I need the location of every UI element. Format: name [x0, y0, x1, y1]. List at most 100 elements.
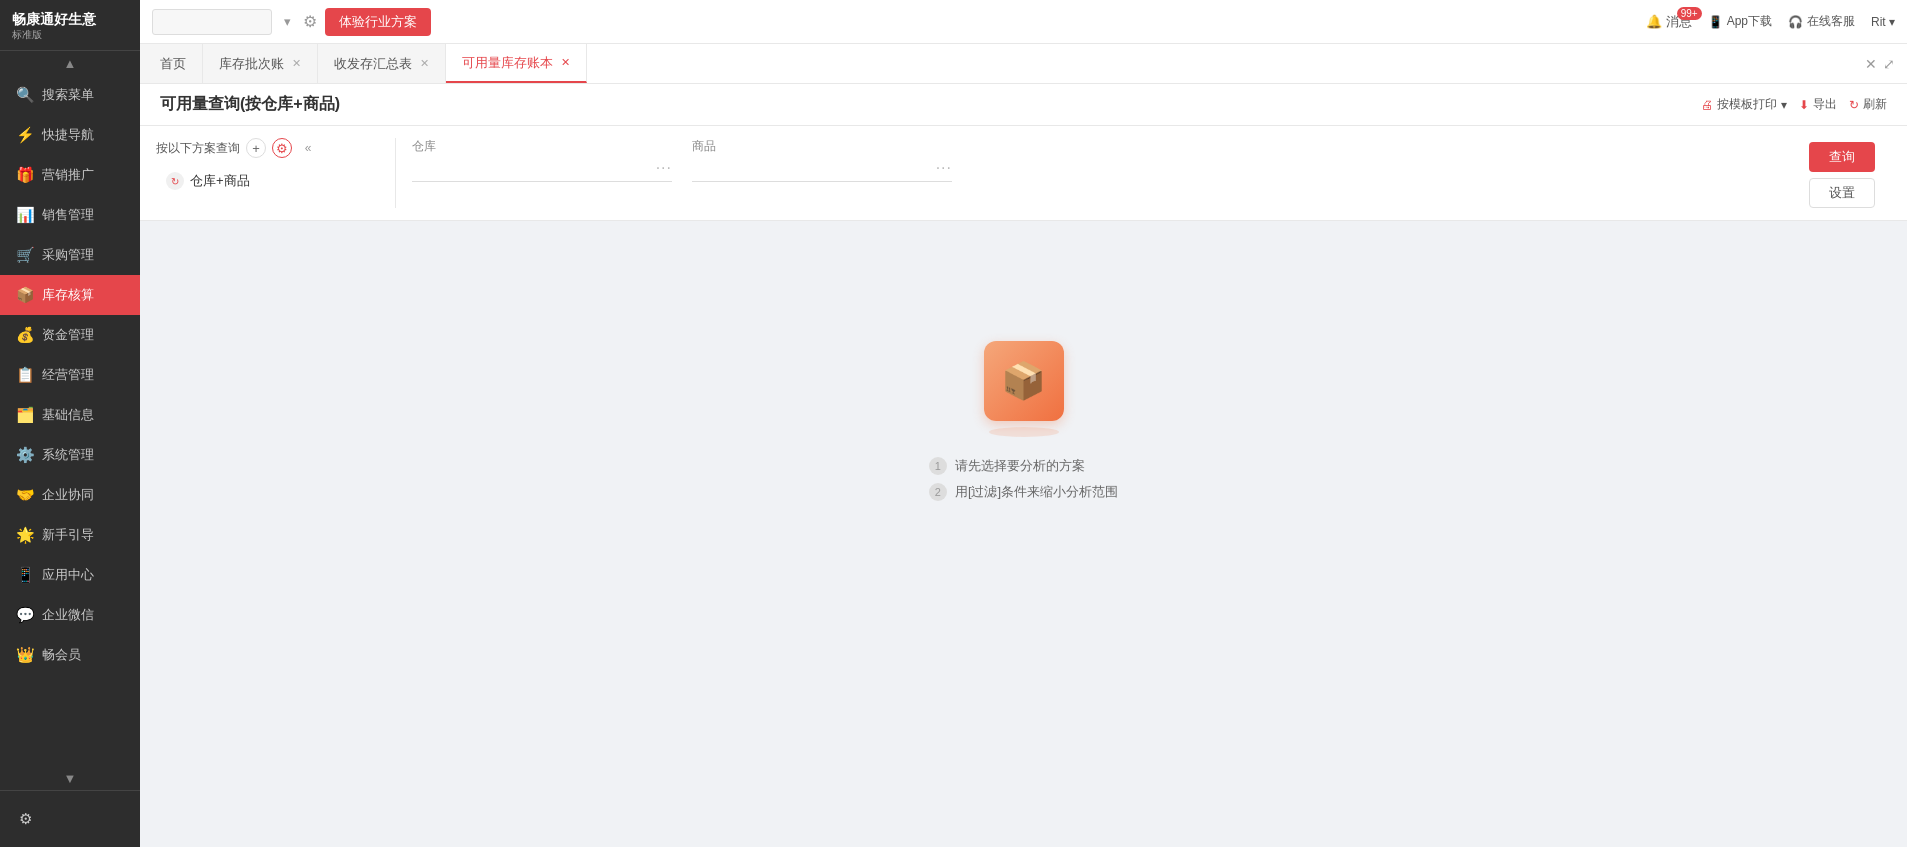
notification-btn[interactable]: 🔔 消息 99+ [1646, 13, 1692, 31]
inventory-icon: 📦 [16, 286, 34, 304]
print-chevron-icon: ▾ [1781, 98, 1787, 112]
tabs-bar: 首页库存批次账 ✕ 收发存汇总表 ✕ 可用量库存账本 ✕ ✕ ⤢ [140, 44, 1907, 84]
warehouse-label: 仓库 [412, 138, 672, 155]
refresh-icon: ↻ [1849, 98, 1859, 112]
sidebar-label-purchase: 采购管理 [42, 246, 94, 264]
sidebar-scroll-down[interactable]: ▼ [0, 766, 140, 790]
sidebar-item-purchase[interactable]: 🛒 采购管理 [0, 235, 140, 275]
tab-batch_account[interactable]: 库存批次账 ✕ [203, 44, 318, 83]
product-input-wrap: ··· [692, 159, 952, 182]
sidebar-bottom: ⚙ [0, 790, 140, 847]
tab-label-batch_account: 库存批次账 [219, 55, 284, 73]
sidebar: 畅康通好生意 标准版 ▲ 🔍搜索菜单 ⚡ 快捷导航 🎁营销推广 📊 销售管理 🛒 采购管理 📦 库… [0, 0, 140, 847]
sidebar-item-marketing_promo[interactable]: 🎁营销推广 [0, 155, 140, 195]
warehouse-input[interactable] [412, 161, 652, 176]
sidebar-item-shortcut[interactable]: ⚡ 快捷导航 [0, 115, 140, 155]
tab-home[interactable]: 首页 [140, 44, 203, 83]
sidebar-label-enterprise: 企业协同 [42, 486, 94, 504]
filter-scheme-panel: 按以下方案查询 + ⚙ « ↻ 仓库+商品 [156, 138, 396, 208]
settings-scheme-btn[interactable]: ⚙ [272, 138, 292, 158]
tab-label-available_stock: 可用量库存账本 [462, 54, 553, 72]
sidebar-item-app_center[interactable]: 📱应用中心 [0, 555, 140, 595]
topbar-search-input[interactable] [152, 9, 272, 35]
search-icon: 🔍 [16, 86, 34, 104]
topbar-chevron-icon[interactable]: ▾ [280, 14, 295, 29]
trial-btn[interactable]: 体验行业方案 [325, 8, 431, 36]
export-icon: ⬇ [1799, 98, 1809, 112]
scheme-item-warehouse-product[interactable]: ↻ 仓库+商品 [156, 166, 383, 196]
sidebar-item-system[interactable]: ⚙️ 系统管理 [0, 435, 140, 475]
tab-close-receive_summary[interactable]: ✕ [420, 57, 429, 70]
sidebar-item-finance[interactable]: 💰资金管理 [0, 315, 140, 355]
gear-bottom-icon: ⚙ [16, 810, 34, 828]
tab-close-batch_account[interactable]: ✕ [292, 57, 301, 70]
empty-tip-1: 1 请先选择要分析的方案 [929, 457, 1118, 475]
sidebar-item-enterprise[interactable]: 🤝 企业协同 [0, 475, 140, 515]
page-title: 可用量查询(按仓库+商品) [160, 94, 340, 115]
headset-icon: 🎧 [1788, 15, 1803, 29]
tip-text-1: 请先选择要分析的方案 [955, 457, 1085, 475]
tip-text-2: 用[过滤]条件来缩小分析范围 [955, 483, 1118, 501]
tab-receive_summary[interactable]: 收发存汇总表 ✕ [318, 44, 446, 83]
basic-icon: 🗂️ [16, 406, 34, 424]
sidebar-label-sales: 销售管理 [42, 206, 94, 224]
empty-state: 📦 1 请先选择要分析的方案 2 用[过滤]条件来缩小分析范围 [140, 221, 1907, 621]
query-button[interactable]: 查询 [1809, 142, 1875, 172]
sidebar-item-wechat[interactable]: 💬企业微信 [0, 595, 140, 635]
collapse-scheme-btn[interactable]: « [298, 138, 318, 158]
sidebar-item-operation[interactable]: 📋经营管理 [0, 355, 140, 395]
topbar: ▾ ⚙ 体验行业方案 🔔 消息 99+ 📱 App下载 🎧 在线客服 Rit ▾ [140, 0, 1907, 44]
sidebar-label-shortcut: 快捷导航 [42, 126, 94, 144]
sidebar-label-finance: 资金管理 [42, 326, 94, 344]
filter-fields: 仓库 ··· 商品 ··· 查询 设置 [396, 138, 1891, 208]
sidebar-item-newbie[interactable]: 🌟新手引导 [0, 515, 140, 555]
sidebar-label-member: 畅会员 [42, 646, 81, 664]
product-filter-field: 商品 ··· [692, 138, 952, 182]
product-more-icon[interactable]: ··· [936, 159, 952, 177]
app-download-btn[interactable]: 📱 App下载 [1708, 13, 1772, 30]
tab-close-available_stock[interactable]: ✕ [561, 56, 570, 69]
export-btn[interactable]: ⬇ 导出 [1799, 96, 1837, 113]
empty-tips: 1 请先选择要分析的方案 2 用[过滤]条件来缩小分析范围 [929, 457, 1118, 501]
notification-badge: 99+ [1677, 7, 1702, 20]
wechat-icon: 💬 [16, 606, 34, 624]
product-input[interactable] [692, 161, 932, 176]
sidebar-label-basic: 基础信息 [42, 406, 94, 424]
sidebar-label-marketing_promo: 营销推广 [42, 166, 94, 184]
online-service-btn[interactable]: 🎧 在线客服 [1788, 13, 1855, 30]
logo-title: 畅康通好生意 [12, 10, 128, 28]
system-icon: ⚙️ [16, 446, 34, 464]
tab-available_stock[interactable]: 可用量库存账本 ✕ [446, 44, 587, 83]
sidebar-label-inventory: 库存核算 [42, 286, 94, 304]
sales-icon: 📊 [16, 206, 34, 224]
sidebar-label-system: 系统管理 [42, 446, 94, 464]
export-label: 导出 [1813, 96, 1837, 113]
enterprise-icon: 🤝 [16, 486, 34, 504]
sidebar-item-member[interactable]: 👑畅会员 [0, 635, 140, 675]
newbie-icon: 🌟 [16, 526, 34, 544]
sidebar-item-basic[interactable]: 🗂️ 基础信息 [0, 395, 140, 435]
topbar-right: 🔔 消息 99+ 📱 App下载 🎧 在线客服 Rit ▾ [1646, 13, 1895, 31]
refresh-btn[interactable]: ↻ 刷新 [1849, 96, 1887, 113]
sidebar-item-inventory[interactable]: 📦 库存核算 [0, 275, 140, 315]
print-btn[interactable]: 🖨 按模板打印 ▾ [1701, 96, 1787, 113]
shortcut-icon: ⚡ [16, 126, 34, 144]
mobile-icon: 📱 [1708, 15, 1723, 29]
print-icon: 🖨 [1701, 98, 1713, 112]
sidebar-scroll-up[interactable]: ▲ [0, 51, 140, 75]
topbar-gear-icon[interactable]: ⚙ [303, 12, 317, 31]
add-scheme-btn[interactable]: + [246, 138, 266, 158]
purchase-icon: 🛒 [16, 246, 34, 264]
settings-button[interactable]: 设置 [1809, 178, 1875, 208]
tab-expand-icon[interactable]: ⤢ [1883, 56, 1895, 72]
warehouse-more-icon[interactable]: ··· [656, 159, 672, 177]
sidebar-item-settings-bottom[interactable]: ⚙ [0, 799, 140, 839]
page-title-bar: 可用量查询(按仓库+商品) 🖨 按模板打印 ▾ ⬇ 导出 ↻ 刷新 [140, 84, 1907, 126]
sidebar-item-sales[interactable]: 📊 销售管理 [0, 195, 140, 235]
bell-icon: 🔔 [1646, 14, 1662, 29]
user-menu[interactable]: Rit ▾ [1871, 15, 1895, 29]
sidebar-logo: 畅康通好生意 标准版 [0, 0, 140, 51]
sidebar-item-search[interactable]: 🔍搜索菜单 [0, 75, 140, 115]
tab-label-receive_summary: 收发存汇总表 [334, 55, 412, 73]
tab-close-all-icon[interactable]: ✕ [1865, 56, 1877, 72]
